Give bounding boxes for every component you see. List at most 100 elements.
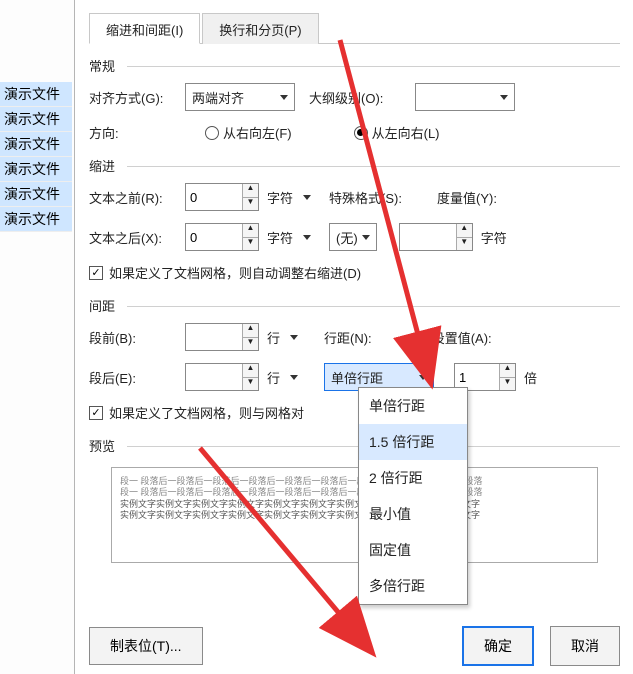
space-before-label: 段前(B): bbox=[89, 328, 179, 347]
special-format-label: 特殊格式(S): bbox=[329, 188, 419, 207]
direction-ltr-label: 从左向右(L) bbox=[372, 123, 440, 142]
checkbox-icon: ✓ bbox=[89, 406, 103, 420]
line-spacing-option[interactable]: 多倍行距 bbox=[359, 568, 467, 604]
list-item[interactable]: 演示文件 bbox=[0, 107, 72, 132]
indent-before-spinner[interactable]: ▲▼ bbox=[185, 183, 259, 211]
chevron-down-icon bbox=[419, 375, 427, 380]
unit-label: 倍 bbox=[522, 368, 537, 387]
tab-indent-spacing[interactable]: 缩进和间距(I) bbox=[89, 13, 200, 44]
measure-spinner[interactable]: ▲▼ bbox=[399, 223, 473, 251]
unit-label: 字符 bbox=[265, 188, 293, 207]
space-after-input[interactable] bbox=[186, 364, 242, 390]
group-title-spacing: 间距 bbox=[89, 294, 620, 317]
direction-rtl-radio[interactable]: 从右向左(F) bbox=[205, 123, 292, 142]
space-after-spinner[interactable]: ▲▼ bbox=[185, 363, 259, 391]
ok-button[interactable]: 确定 bbox=[462, 626, 534, 666]
group-indent: 缩进 文本之前(R): ▲▼ 字符 特殊格式(S): 度量值(Y): 文本之后(… bbox=[89, 154, 620, 288]
spin-up-icon[interactable]: ▲ bbox=[243, 364, 258, 378]
chevron-down-icon bbox=[500, 95, 508, 100]
align-to-grid-checkbox[interactable]: ✓ 如果定义了文档网格，则与网格对 bbox=[89, 403, 304, 422]
unit-label: 字符 bbox=[265, 228, 293, 247]
space-before-spinner[interactable]: ▲▼ bbox=[185, 323, 259, 351]
spin-down-icon[interactable]: ▼ bbox=[243, 338, 258, 351]
space-after-label: 段后(E): bbox=[89, 368, 179, 387]
direction-rtl-label: 从右向左(F) bbox=[223, 123, 292, 142]
unit-label: 行 bbox=[265, 328, 280, 347]
cancel-button[interactable]: 取消 bbox=[550, 626, 620, 666]
alignment-select[interactable]: 两端对齐 bbox=[185, 83, 295, 111]
direction-ltr-radio[interactable]: 从左向右(L) bbox=[354, 123, 440, 142]
chevron-down-icon[interactable] bbox=[290, 335, 298, 340]
line-spacing-option[interactable]: 最小值 bbox=[359, 496, 467, 532]
indent-after-spinner[interactable]: ▲▼ bbox=[185, 223, 259, 251]
list-item[interactable]: 演示文件 bbox=[0, 182, 72, 207]
align-to-grid-label: 如果定义了文档网格，则与网格对 bbox=[109, 403, 304, 422]
tab-stops-button[interactable]: 制表位(T)... bbox=[89, 627, 203, 665]
tab-line-page-break[interactable]: 换行和分页(P) bbox=[202, 13, 318, 44]
measure-input[interactable] bbox=[400, 224, 456, 250]
paragraph-dialog: 缩进和间距(I) 换行和分页(P) 常规 对齐方式(G): 两端对齐 大纲级别(… bbox=[74, 0, 633, 674]
spin-up-icon[interactable]: ▲ bbox=[457, 224, 472, 238]
spin-down-icon[interactable]: ▼ bbox=[243, 198, 258, 211]
unit-label: 行 bbox=[265, 368, 280, 387]
line-spacing-label: 行距(N): bbox=[324, 328, 372, 347]
list-item[interactable]: 演示文件 bbox=[0, 157, 72, 182]
checkbox-icon: ✓ bbox=[89, 266, 103, 280]
line-spacing-option[interactable]: 固定值 bbox=[359, 532, 467, 568]
dialog-button-bar: 制表位(T)... 确定 取消 bbox=[75, 626, 633, 666]
spin-up-icon[interactable]: ▲ bbox=[500, 364, 515, 378]
measure-label: 度量值(Y): bbox=[437, 188, 497, 207]
chevron-down-icon[interactable] bbox=[290, 375, 298, 380]
list-item[interactable]: 演示文件 bbox=[0, 82, 72, 107]
line-spacing-option[interactable]: 1.5 倍行距 bbox=[359, 424, 467, 460]
auto-adjust-indent-label: 如果定义了文档网格，则自动调整右缩进(D) bbox=[109, 263, 361, 282]
spin-down-icon[interactable]: ▼ bbox=[500, 378, 515, 391]
group-title-preview: 预览 bbox=[89, 434, 620, 457]
chevron-down-icon[interactable] bbox=[303, 195, 311, 200]
chevron-down-icon bbox=[362, 235, 370, 240]
group-general: 常规 对齐方式(G): 两端对齐 大纲级别(O): 方向: 从右向左(F) bbox=[89, 54, 620, 148]
line-spacing-option[interactable]: 单倍行距 bbox=[359, 388, 467, 424]
auto-adjust-indent-checkbox[interactable]: ✓ 如果定义了文档网格，则自动调整右缩进(D) bbox=[89, 263, 361, 282]
list-item[interactable]: 演示文件 bbox=[0, 207, 72, 232]
space-before-input[interactable] bbox=[186, 324, 242, 350]
alignment-value: 两端对齐 bbox=[192, 88, 244, 107]
special-format-value: (无) bbox=[336, 228, 358, 247]
radio-icon bbox=[205, 126, 219, 140]
spin-down-icon[interactable]: ▼ bbox=[243, 378, 258, 391]
outline-level-label: 大纲级别(O): bbox=[309, 88, 409, 107]
spin-up-icon[interactable]: ▲ bbox=[243, 224, 258, 238]
indent-before-input[interactable] bbox=[186, 184, 242, 210]
preview-line: 段一 段落后一段落后一段落后一段落后一段落后一段落后一段落后一段落后一段落后一段… bbox=[120, 476, 589, 487]
preview-line: 实例文字实例文字实例文字实例文字实例文字实例文字实例文字实例文字实例文字实例文字 bbox=[120, 510, 589, 521]
spin-up-icon[interactable]: ▲ bbox=[243, 184, 258, 198]
group-spacing: 间距 段前(B): ▲▼ 行 行距(N): 设置值(A): 段后(E): ▲▼ … bbox=[89, 294, 620, 428]
group-title-indent: 缩进 bbox=[89, 154, 620, 177]
spin-down-icon[interactable]: ▼ bbox=[457, 238, 472, 251]
background-file-list: 演示文件 演示文件 演示文件 演示文件 演示文件 演示文件 bbox=[0, 82, 72, 232]
chevron-down-icon[interactable] bbox=[303, 235, 311, 240]
preview-line: 段一 段落后一段落后一段落后一段落后一段落后一段落后一段落后一段落后一段落后一段… bbox=[120, 487, 589, 498]
group-preview: 预览 段一 段落后一段落后一段落后一段落后一段落后一段落后一段落后一段落后一段落… bbox=[89, 434, 620, 563]
spin-down-icon[interactable]: ▼ bbox=[243, 238, 258, 251]
special-format-select[interactable]: (无) bbox=[329, 223, 377, 251]
group-title-general: 常规 bbox=[89, 54, 620, 77]
set-value-label: 设置值(A): bbox=[432, 328, 492, 347]
tab-bar: 缩进和间距(I) 换行和分页(P) bbox=[89, 12, 620, 44]
spin-up-icon[interactable]: ▲ bbox=[243, 324, 258, 338]
chevron-down-icon bbox=[280, 95, 288, 100]
preview-line: 实例文字实例文字实例文字实例文字实例文字实例文字实例文字实例文字实例文字实例文字 bbox=[120, 499, 589, 510]
indent-before-label: 文本之前(R): bbox=[89, 188, 179, 207]
list-item[interactable]: 演示文件 bbox=[0, 132, 72, 157]
direction-label: 方向: bbox=[89, 123, 179, 142]
indent-after-label: 文本之后(X): bbox=[89, 228, 179, 247]
preview-box: 段一 段落后一段落后一段落后一段落后一段落后一段落后一段落后一段落后一段落后一段… bbox=[111, 467, 598, 563]
alignment-label: 对齐方式(G): bbox=[89, 88, 179, 107]
unit-label: 字符 bbox=[479, 228, 507, 247]
line-spacing-dropdown: 单倍行距 1.5 倍行距 2 倍行距 最小值 固定值 多倍行距 bbox=[358, 387, 468, 605]
outline-level-select[interactable] bbox=[415, 83, 515, 111]
line-spacing-option[interactable]: 2 倍行距 bbox=[359, 460, 467, 496]
radio-icon bbox=[354, 126, 368, 140]
line-spacing-value: 单倍行距 bbox=[331, 368, 383, 387]
indent-after-input[interactable] bbox=[186, 224, 242, 250]
